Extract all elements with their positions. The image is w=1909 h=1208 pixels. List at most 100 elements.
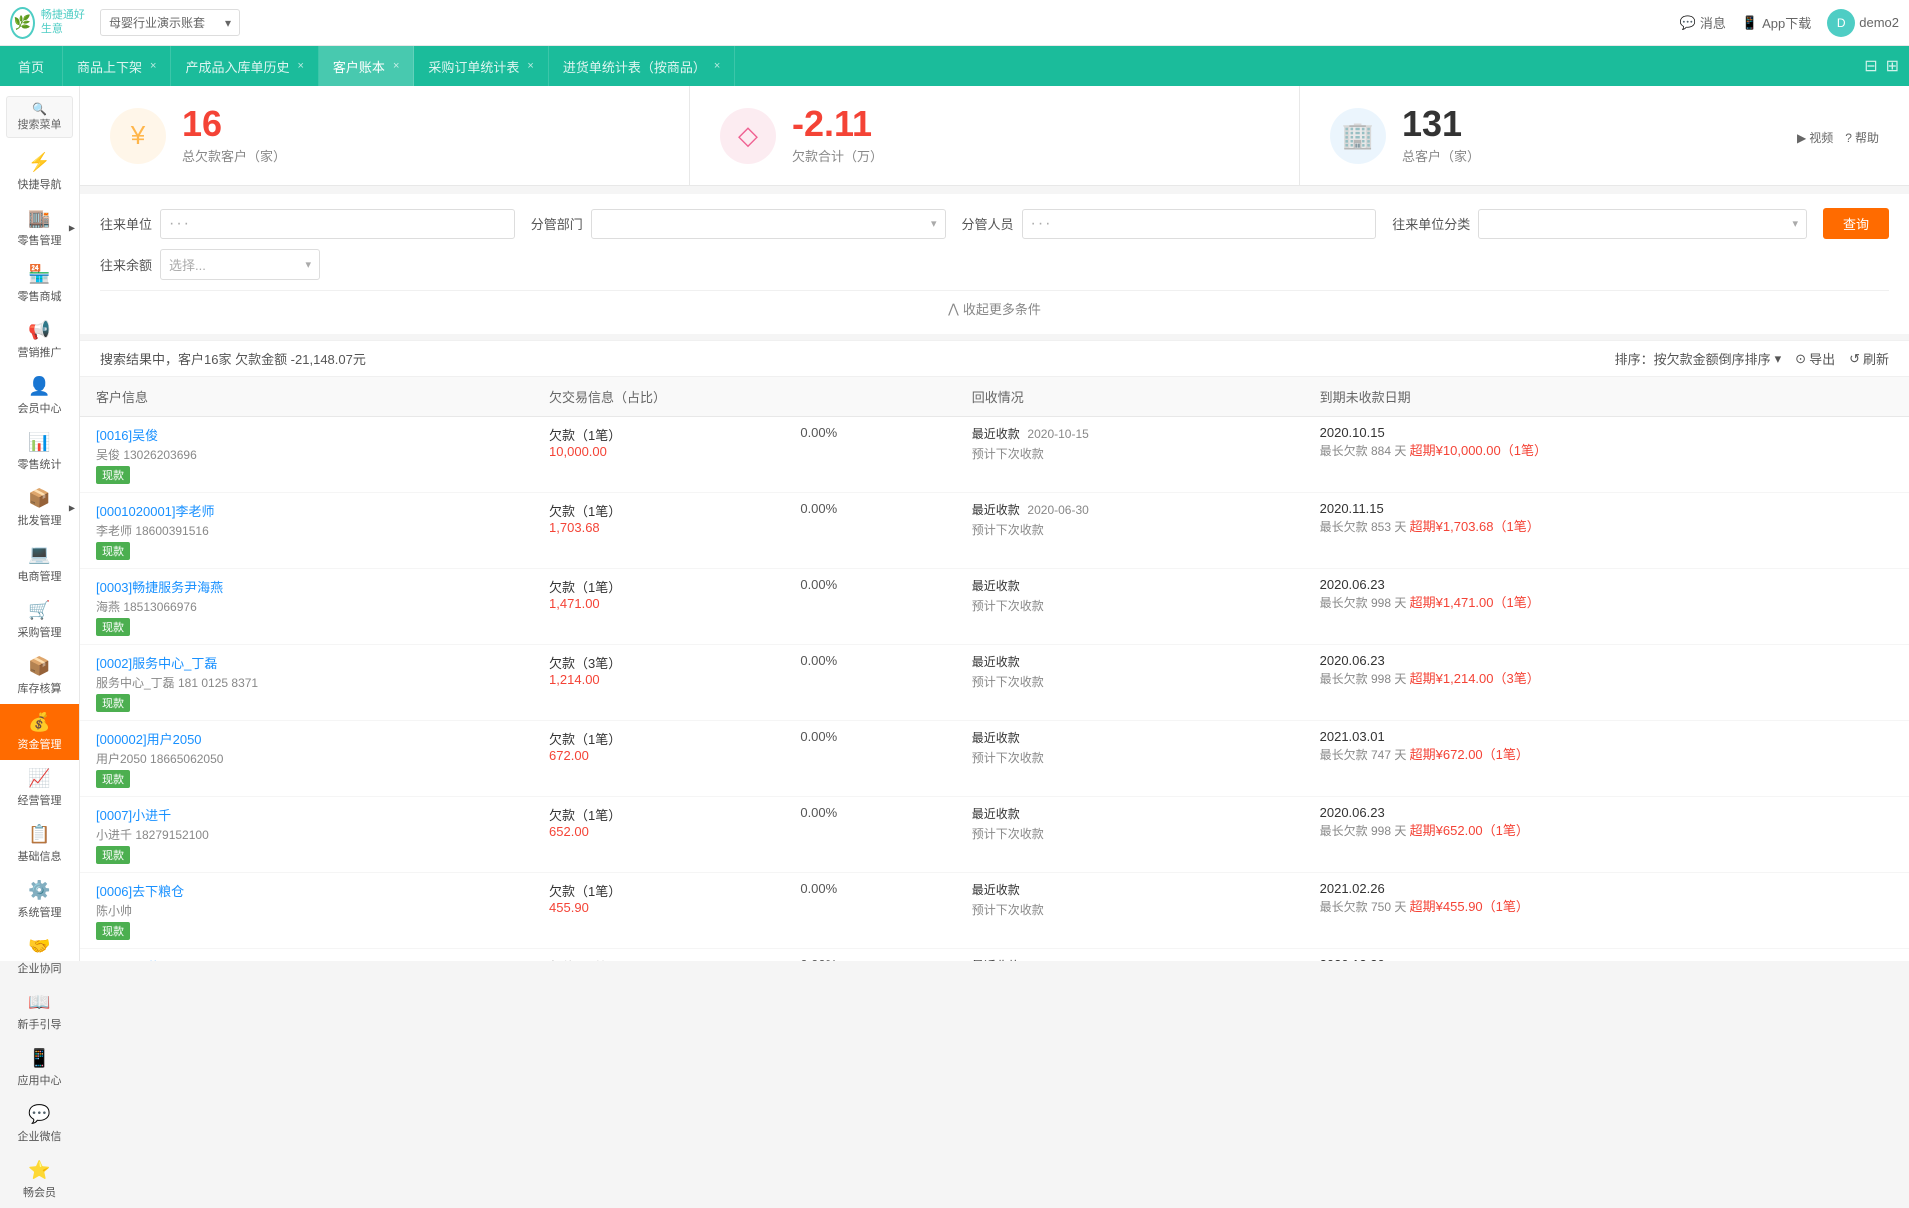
owe-amount-5[interactable]: 652.00 [549, 824, 760, 839]
tab-customer-account-label: 客户账本 [333, 57, 385, 76]
view-video-btn[interactable]: ▶ 视频 [1797, 129, 1833, 146]
user-menu[interactable]: D demo2 [1827, 9, 1899, 37]
sidebar-item-app-center[interactable]: 📱 应用中心 [0, 1040, 79, 1096]
tab-close-production-history[interactable]: × [297, 60, 303, 72]
unit-type-dropdown-arrow: ▾ [1792, 217, 1798, 230]
due-date-3: 2020.06.23 [1320, 653, 1893, 668]
tab-close-products-offline[interactable]: × [150, 60, 156, 72]
tab-production-history[interactable]: 产成品入库单历史 × [171, 46, 318, 86]
cell-due-date-6: 2021.02.26 最长欠款 750 天 超期¥455.90（1笔） [1304, 873, 1909, 949]
owe-ratio-1: 0.00% [800, 501, 837, 516]
sidebar-item-member[interactable]: 👤 会员中心 [0, 368, 79, 424]
customer-name-6[interactable]: [0006]去下粮仓 [96, 881, 517, 900]
customer-name-2[interactable]: [0003]畅捷服务尹海燕 [96, 577, 517, 596]
cell-customer-info-6: [0006]去下粮仓 陈小帅 现款 [80, 873, 533, 949]
sidebar-item-marketing[interactable]: 📢 营销推广 [0, 312, 79, 368]
search-button[interactable]: 查询 [1823, 208, 1889, 239]
tab-products-offline[interactable]: 商品上下架 × [63, 46, 171, 86]
sidebar-item-wechat[interactable]: 💬 企业微信 [0, 1096, 79, 1152]
owe-label-1: 欠款（1笔） [549, 501, 760, 520]
cell-owe-amount-1: 欠款（1笔） 1,703.68 [533, 493, 776, 569]
customer-name-7[interactable]: [000001]黄思源 [96, 957, 517, 961]
customer-name-1[interactable]: [0001020001]李老师 [96, 501, 517, 520]
table-row: [0007]小进千 小进千 18279152100 现款 欠款（1笔） 652.… [80, 797, 1909, 873]
help-btn[interactable]: ? 帮助 [1845, 129, 1879, 146]
tab-purchase-order[interactable]: 采购订单统计表 × [414, 46, 548, 86]
sidebar-item-retail-store[interactable]: 🏪 零售商城 [0, 256, 79, 312]
sidebar-item-ecommerce[interactable]: 💻 电商管理 [0, 536, 79, 592]
filter-manager: 分管人员 ··· [962, 209, 1377, 239]
fullscreen-icon[interactable]: ⊞ [1886, 56, 1899, 76]
owe-ratio-7: 0.00% [800, 957, 837, 961]
owe-amount-1[interactable]: 1,703.68 [549, 520, 760, 535]
sidebar-item-enterprise[interactable]: 🤝 企业协同 [0, 928, 79, 984]
sidebar-item-batch-mgmt[interactable]: 📦 批发管理 [0, 480, 79, 536]
suite-selector[interactable]: 母婴行业演示账套 ▾ [100, 9, 240, 36]
tab-home[interactable]: 首页 [0, 46, 63, 86]
retail-stats-icon: 📊 [28, 432, 50, 453]
sidebar-item-operation[interactable]: 📈 经营管理 [0, 760, 79, 816]
restore-icon[interactable]: ⊟ [1864, 56, 1877, 76]
filter-unit-type-input[interactable]: ▾ [1478, 209, 1807, 239]
sidebar-item-member-plus[interactable]: ⭐ 畅会员 [0, 1152, 79, 1208]
owe-amount-2[interactable]: 1,471.00 [549, 596, 760, 611]
overdue-amount-4[interactable]: 超期¥672.00（1笔） [1410, 747, 1529, 762]
sort-selector[interactable]: 排序：按欠款金额倒序排序 ▾ [1615, 349, 1782, 368]
export-btn[interactable]: ⊙ 导出 [1795, 349, 1835, 368]
collapse-btn[interactable]: ⋀ 收起更多条件 [100, 293, 1889, 324]
filter-manager-input[interactable]: ··· [1022, 209, 1377, 239]
sidebar-item-quick-nav[interactable]: ⚡ 快捷导航 [0, 144, 79, 200]
customer-name-3[interactable]: [0002]服务中心_丁磊 [96, 653, 517, 672]
owe-amount-3[interactable]: 1,214.00 [549, 672, 760, 687]
app-download-btn[interactable]: 📱 App下载 [1742, 13, 1811, 32]
owe-ratio-5: 0.00% [800, 805, 837, 820]
latest-pay-3: 最近收款 [972, 653, 1288, 670]
tab-close-inbound-stats[interactable]: × [714, 60, 720, 72]
batch-mgmt-icon: 📦 [28, 488, 50, 509]
sidebar-item-retail-mgmt[interactable]: 🏬 零售管理 [0, 200, 79, 256]
sidebar-item-retail-stats[interactable]: 📊 零售统计 [0, 424, 79, 480]
sidebar-item-basic-info[interactable]: 📋 基础信息 [0, 816, 79, 872]
sidebar-item-guide[interactable]: 📖 新手引导 [0, 984, 79, 1040]
overdue-amount-3[interactable]: 超期¥1,214.00（3笔） [1410, 671, 1540, 686]
sidebar-item-finance[interactable]: 💰 资金管理 [0, 704, 79, 760]
customer-name-0[interactable]: [0016]吴俊 [96, 425, 517, 444]
export-icon: ⊙ [1795, 351, 1806, 367]
filter-dept-input[interactable]: ▾ [591, 209, 946, 239]
customer-name-4[interactable]: [000002]用户2050 [96, 729, 517, 748]
table-row: [000001]黄思源 黄思源 13552700226 现款 欠款（1笔） 42… [80, 949, 1909, 962]
refresh-btn[interactable]: ↺ 刷新 [1849, 349, 1889, 368]
owe-amount-4[interactable]: 672.00 [549, 748, 760, 763]
filter-balance-select[interactable]: 选择... ▾ [160, 249, 320, 280]
filter-source-unit-input[interactable]: ··· [160, 209, 515, 239]
stats-bar: ¥ 16 总欠款客户（家） ◇ -2.11 欠款合计（万） 🏢 131 总客户（… [80, 86, 1909, 186]
cell-customer-info-4: [000002]用户2050 用户2050 18665062050 现款 [80, 721, 533, 797]
overdue-amount-0[interactable]: 超期¥10,000.00（1笔） [1410, 443, 1547, 458]
latest-pay-2: 最近收款 [972, 577, 1288, 594]
due-date-0: 2020.10.15 [1320, 425, 1893, 440]
search-menu-btn[interactable]: 🔍搜索菜单 [6, 96, 73, 138]
sidebar-item-system[interactable]: ⚙️ 系统管理 [0, 872, 79, 928]
stat-content-owe-total: -2.11 欠款合计（万） [792, 106, 883, 165]
customer-name-5[interactable]: [0007]小进千 [96, 805, 517, 824]
overdue-amount-6[interactable]: 超期¥455.90（1笔） [1410, 899, 1529, 914]
cell-owe-amount-6: 欠款（1笔） 455.90 [533, 873, 776, 949]
tab-close-purchase-order[interactable]: × [527, 60, 533, 72]
tab-close-customer-account[interactable]: × [393, 60, 399, 72]
cell-due-date-2: 2020.06.23 最长欠款 998 天 超期¥1,471.00（1笔） [1304, 569, 1909, 645]
next-pay-1: 预计下次收款 [972, 521, 1288, 538]
owe-amount-6[interactable]: 455.90 [549, 900, 760, 915]
overdue-amount-1[interactable]: 超期¥1,703.68（1笔） [1410, 519, 1540, 534]
nav-tab-end: ⊟ ⊞ [1854, 56, 1909, 76]
tab-customer-account[interactable]: 客户账本 × [319, 46, 414, 86]
balance-placeholder: 选择... [169, 255, 206, 274]
overdue-amount-2[interactable]: 超期¥1,471.00（1笔） [1410, 595, 1540, 610]
owe-ratio-3: 0.00% [800, 653, 837, 668]
message-btn[interactable]: 💬 消息 [1680, 13, 1726, 32]
owe-amount-0[interactable]: 10,000.00 [549, 444, 760, 459]
sidebar-item-inventory[interactable]: 📦 库存核算 [0, 648, 79, 704]
tab-inbound-stats[interactable]: 进货单统计表（按商品） × [549, 46, 735, 86]
sidebar-item-purchase[interactable]: 🛒 采购管理 [0, 592, 79, 648]
filter-row-2: 往来余额 选择... ▾ [100, 249, 1889, 280]
overdue-amount-5[interactable]: 超期¥652.00（1笔） [1410, 823, 1529, 838]
